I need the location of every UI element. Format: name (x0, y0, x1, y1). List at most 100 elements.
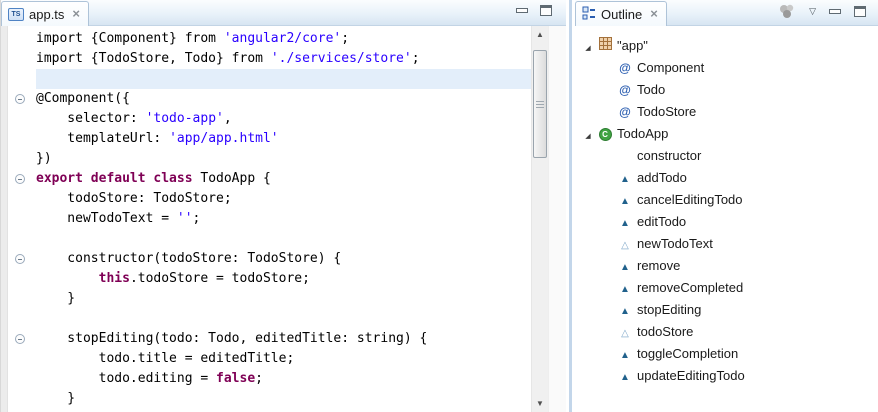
scroll-up-icon[interactable]: ▲ (532, 26, 548, 43)
method-icon: ▲ (620, 371, 630, 383)
code-line[interactable]: constructor(todoStore: TodoStore) { (8, 249, 531, 269)
outline-item[interactable]: ▲ stopEditing (575, 298, 878, 320)
tree-expand-icon[interactable]: ◢ (585, 133, 590, 140)
code-line-text: }) (36, 151, 52, 166)
view-menu-icon[interactable]: ▽ (809, 6, 816, 17)
outline-item[interactable]: ▲ remove (575, 254, 878, 276)
editor-tab-app-ts[interactable]: TS app.ts × (1, 1, 90, 26)
outline-item[interactable]: ▲ toggleCompletion (575, 342, 878, 364)
tree-expand-icon[interactable]: ◢ (585, 45, 590, 52)
outline-item-label: Component (637, 59, 705, 75)
vertical-scrollbar[interactable]: ▲ ▼ (531, 26, 548, 412)
code-line-text: @Component({ (36, 91, 130, 106)
outline-item[interactable]: ▲ removeCompleted (575, 276, 878, 298)
minimize-icon[interactable] (829, 9, 841, 14)
code-line-text: export default class TodoApp { (36, 171, 271, 186)
code-line-text: todo.editing = false; (36, 371, 263, 386)
outline-item-label: editTodo (637, 213, 687, 229)
maximize-icon[interactable] (540, 5, 552, 16)
outline-tab[interactable]: Outline × (575, 1, 667, 26)
outline-item[interactable]: @ Component (575, 56, 878, 78)
code-line[interactable]: }) (8, 149, 531, 169)
outline-item-label: cancelEditingTodo (637, 191, 743, 207)
code-line[interactable]: todo.editing = false; (8, 369, 531, 389)
scroll-down-icon[interactable]: ▼ (532, 395, 548, 412)
gutter (8, 289, 36, 309)
ide-window: TS app.ts × import {Component} from 'ang… (0, 0, 878, 412)
outline-item-label: newTodoText (637, 235, 713, 251)
class-icon: C (598, 128, 612, 141)
collapse-fold-icon[interactable] (15, 174, 25, 184)
fold-gutter (8, 329, 36, 349)
editor-tabbar: TS app.ts × (1, 0, 566, 26)
collapse-fold-icon[interactable] (15, 254, 25, 264)
code-line-text: constructor(todoStore: TodoStore) { (36, 251, 342, 266)
method-icon: ▲ (620, 173, 630, 185)
outline-item[interactable]: ▲ updateEditingTodo (575, 364, 878, 386)
outline-item[interactable]: @ TodoStore (575, 100, 878, 122)
code-line[interactable]: newTodoText = ''; (8, 209, 531, 229)
outline-item[interactable]: ▲ editTodo (575, 210, 878, 232)
code-line[interactable]: selector: 'todo-app', (8, 109, 531, 129)
outline-item[interactable]: ◢ "app" (575, 34, 878, 56)
code-line[interactable]: @Component({ (8, 89, 531, 109)
code-line-text: this.todoStore = todoStore; (98, 271, 310, 286)
code-line[interactable]: todo.title = editedTitle; (8, 349, 531, 369)
outline-item[interactable]: △ todoStore (575, 320, 878, 342)
code-line[interactable] (8, 69, 531, 89)
outline-item[interactable]: △ newTodoText (575, 232, 878, 254)
panel-splitter[interactable] (566, 0, 575, 412)
outline-item-label: toggleCompletion (637, 345, 739, 361)
outline-item-label: constructor (637, 147, 702, 163)
editor-panel: TS app.ts × import {Component} from 'ang… (0, 0, 566, 412)
code-line[interactable] (8, 229, 531, 249)
gutter (8, 209, 36, 229)
method-icon: ▲ (620, 261, 630, 273)
outline-item-label: todoStore (637, 323, 694, 339)
outline-item[interactable]: @ Todo (575, 78, 878, 100)
code-line[interactable]: import {TodoStore, Todo} from './service… (8, 49, 531, 69)
code-line-text: } (36, 291, 76, 306)
code-line-text: todoStore: TodoStore; (36, 191, 232, 206)
code-line[interactable]: } (8, 289, 531, 309)
fold-gutter (8, 169, 36, 189)
outline-item[interactable]: ▲ addTodo (575, 166, 878, 188)
gutter (8, 269, 36, 289)
editor-window-controls (516, 5, 552, 16)
code-line[interactable]: templateUrl: 'app/app.html' (8, 129, 531, 149)
close-icon[interactable]: × (650, 7, 658, 20)
minimize-icon[interactable] (516, 8, 528, 13)
outline-item[interactable]: ▲ cancelEditingTodo (575, 188, 878, 210)
outline-item[interactable]: constructor (575, 144, 878, 166)
code-line-text (36, 69, 531, 89)
filters-icon[interactable] (778, 4, 796, 19)
method-icon: ▲ (620, 349, 630, 361)
annotation-icon: @ (619, 60, 631, 75)
outline-tab-title: Outline (601, 6, 643, 22)
code-line[interactable]: export default class TodoApp { (8, 169, 531, 189)
gutter (8, 389, 36, 409)
close-icon[interactable]: × (72, 7, 80, 20)
code-line[interactable]: this.todoStore = todoStore; (8, 269, 531, 289)
outline-item-label: Todo (637, 81, 666, 97)
annotation-icon: @ (619, 104, 631, 119)
fold-gutter (8, 89, 36, 109)
outline-item[interactable]: ◢ C TodoApp (575, 122, 878, 144)
code-line-text: import {Component} from 'angular2/core'; (36, 31, 350, 46)
code-line-text: stopEditing(todo: Todo, editedTitle: str… (36, 331, 428, 346)
outline-item-label: remove (637, 257, 681, 273)
gutter (8, 49, 36, 69)
outline-tree: ◢ "app" @ Component @ Todo @ TodoStore ◢ C TodoApp… (575, 26, 878, 412)
code-line[interactable] (8, 309, 531, 329)
collapse-fold-icon[interactable] (15, 94, 25, 104)
code-line[interactable]: } (8, 389, 531, 409)
scrollbar-thumb[interactable] (533, 50, 547, 158)
code-line[interactable]: import {Component} from 'angular2/core'; (8, 29, 531, 49)
module-icon (598, 37, 612, 53)
code-line[interactable]: stopEditing(todo: Todo, editedTitle: str… (8, 329, 531, 349)
maximize-icon[interactable] (854, 6, 866, 17)
code-line[interactable]: todoStore: TodoStore; (8, 189, 531, 209)
code-area[interactable]: import {Component} from 'angular2/core';… (8, 26, 531, 412)
collapse-fold-icon[interactable] (15, 334, 25, 344)
